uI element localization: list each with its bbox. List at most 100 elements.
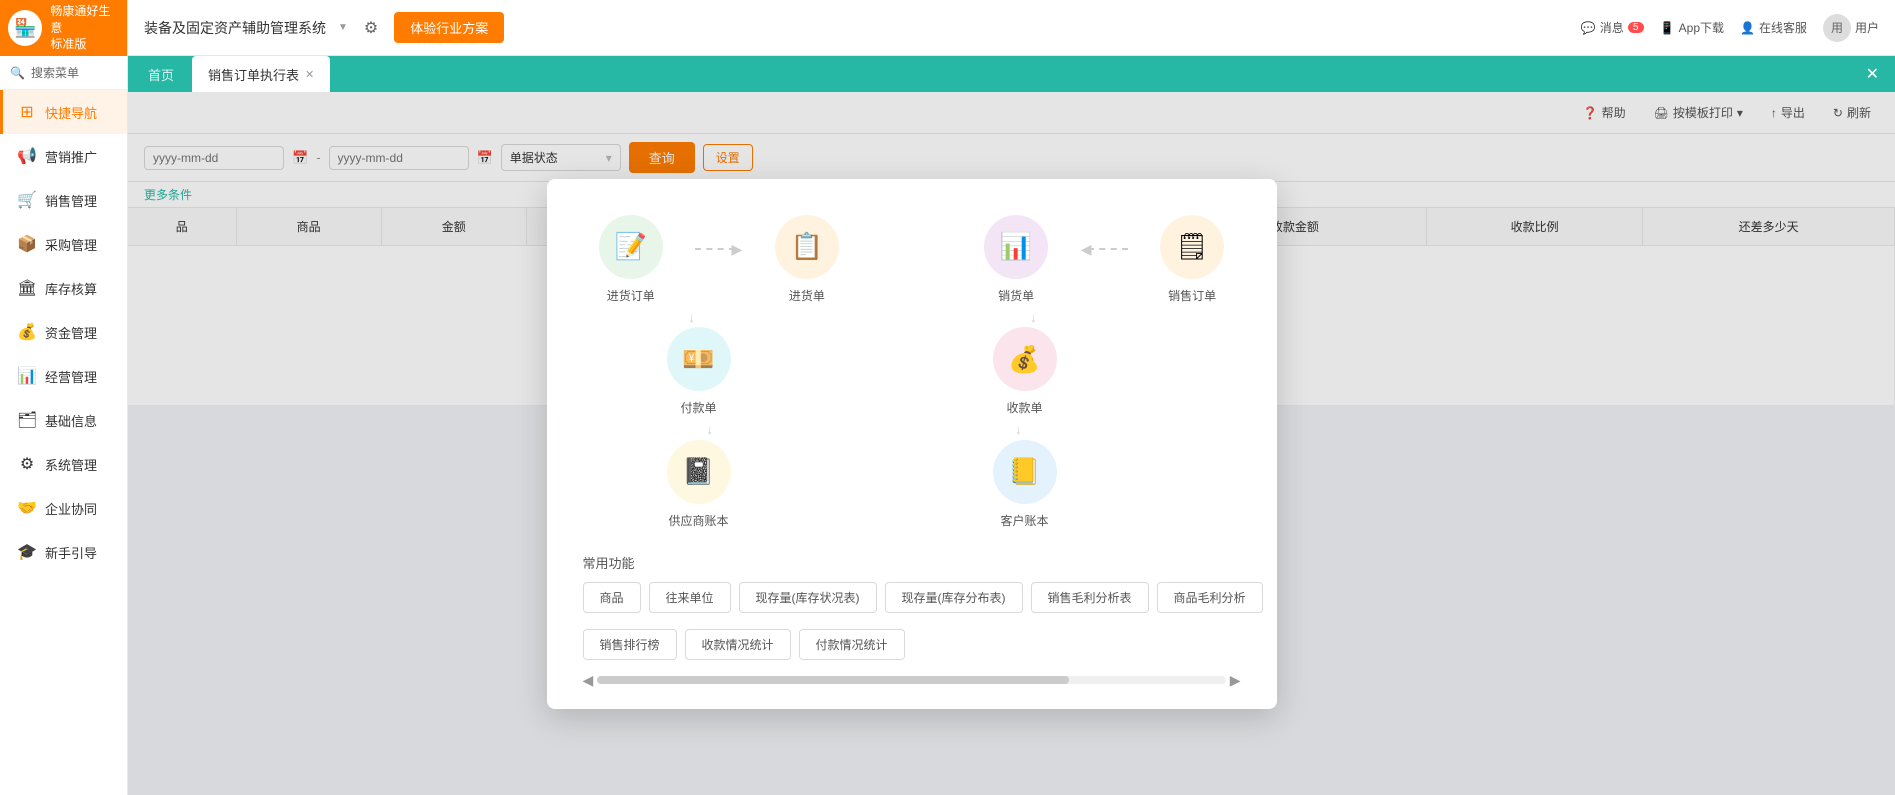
modal-scrollbar: ◀ ▶ xyxy=(583,672,1241,689)
flow-item-receipt[interactable]: 💰 收款单 xyxy=(993,327,1057,416)
sidebar-icon-inventory: 🏛 xyxy=(17,278,37,298)
sidebar-item-sales[interactable]: 🛒 销售管理 xyxy=(0,178,127,222)
header: 装备及固定资产辅助管理系统 ▼ ⚙ 体验行业方案 💬 消息 5 📱 App下载 … xyxy=(128,0,1895,56)
func-btn-6[interactable]: 销售排行榜 xyxy=(583,629,677,660)
scrollbar-thumb xyxy=(597,676,1068,684)
func-btn-1[interactable]: 往来单位 xyxy=(649,582,731,613)
func-btn-3[interactable]: 现存量(库存分布表) xyxy=(885,582,1023,613)
sidebar-icon-newbie: 🎓 xyxy=(17,542,37,562)
logo-icon: 🏪 xyxy=(8,10,42,46)
func-btn-8[interactable]: 付款情况统计 xyxy=(799,629,905,660)
func-buttons: 商品往来单位现存量(库存状况表)现存量(库存分布表)销售毛利分析表商品毛利分析销… xyxy=(583,582,1241,660)
search-menu[interactable]: 🔍 搜索菜单 xyxy=(0,56,127,90)
tab-sales-order-exec[interactable]: 销售订单执行表 ✕ xyxy=(192,56,330,92)
service-icon: 👤 xyxy=(1740,21,1755,35)
func-btn-4[interactable]: 销售毛利分析表 xyxy=(1031,582,1149,613)
sidebar-label-marketing: 营销推广 xyxy=(45,147,97,166)
sidebar-label-quick-nav: 快捷导航 xyxy=(45,103,97,122)
sidebar-icon-sales: 🛒 xyxy=(17,190,37,210)
sidebar-label-purchase: 采购管理 xyxy=(45,235,97,254)
flow-item-sales-order[interactable]: 🗒 销售订单 xyxy=(1160,215,1224,304)
sidebar-item-system[interactable]: ⚙ 系统管理 xyxy=(0,442,127,486)
sidebar-icon-finance: 💰 xyxy=(17,322,37,342)
common-functions-title: 常用功能 xyxy=(583,553,1241,572)
func-btn-2[interactable]: 现存量(库存状况表) xyxy=(739,582,877,613)
sidebar-icon-system: ⚙ xyxy=(17,454,37,474)
message-button[interactable]: 💬 消息 5 xyxy=(1581,19,1644,36)
trial-button[interactable]: 体验行业方案 xyxy=(394,12,504,43)
customer-ledger-label: 客户账本 xyxy=(1000,512,1048,529)
app-download-button[interactable]: 📱 App下载 xyxy=(1660,19,1724,36)
search-icon: 🔍 xyxy=(10,66,25,80)
sidebar-label-basic: 基础信息 xyxy=(45,411,97,430)
tab-home[interactable]: 首页 xyxy=(132,56,190,92)
purchase-order-icon: 📝 xyxy=(599,215,663,279)
sidebar-item-newbie[interactable]: 🎓 新手引导 xyxy=(0,530,127,574)
sidebar-label-enterprise: 企业协同 xyxy=(45,499,97,518)
close-all-tabs[interactable]: ✕ xyxy=(1866,64,1879,84)
quick-nav-modal: 📝 进货订单 ▶ 📋 进货单 📊 销货单 ◀ xyxy=(547,179,1277,709)
func-btn-7[interactable]: 收款情况统计 xyxy=(685,629,791,660)
arrow-po-pb: ▶ xyxy=(695,241,742,258)
supplier-ledger-icon: 📓 xyxy=(667,440,731,504)
tab-label-home: 首页 xyxy=(148,65,174,84)
scroll-right-arrow[interactable]: ▶ xyxy=(1230,672,1241,689)
sidebar-item-quick-nav[interactable]: ⊞ 快捷导航 xyxy=(0,90,127,134)
sales-bill-label: 销货单 xyxy=(998,287,1034,304)
sales-bill-icon: 📊 xyxy=(984,215,1048,279)
sidebar-icon-marketing: 📢 xyxy=(17,146,37,166)
scrollbar-track[interactable] xyxy=(597,676,1225,684)
flow-item-purchase-bill[interactable]: 📋 进货单 xyxy=(775,215,839,304)
sidebar-item-inventory[interactable]: 🏛 库存核算 xyxy=(0,266,127,310)
sidebar-item-purchase[interactable]: 📦 采购管理 xyxy=(0,222,127,266)
sidebar-icon-purchase: 📦 xyxy=(17,234,37,254)
download-icon: 📱 xyxy=(1660,21,1675,35)
purchase-bill-icon: 📋 xyxy=(775,215,839,279)
sidebar-item-marketing[interactable]: 📢 营销推广 xyxy=(0,134,127,178)
sidebar-label-operations: 经营管理 xyxy=(45,367,97,386)
online-service-button[interactable]: 👤 在线客服 xyxy=(1740,19,1807,36)
sidebar-label-inventory: 库存核算 xyxy=(45,279,97,298)
flow-item-customer-ledger[interactable]: 📒 客户账本 xyxy=(993,440,1057,529)
sidebar-icon-enterprise: 🤝 xyxy=(17,498,37,518)
purchase-bill-label: 进货单 xyxy=(789,287,825,304)
sales-order-icon: 🗒 xyxy=(1160,215,1224,279)
sidebar-item-enterprise[interactable]: 🤝 企业协同 xyxy=(0,486,127,530)
sidebar: 🏪 畅康通好生意 标准版 🔍 搜索菜单 ⊞ 快捷导航 📢 营销推广 🛒 销售管理 📦 采购管理… xyxy=(0,0,128,795)
dropdown-arrow[interactable]: ▼ xyxy=(338,22,348,33)
message-icon: 💬 xyxy=(1581,21,1596,35)
settings-icon[interactable]: ⚙ xyxy=(360,14,382,42)
system-name: 装备及固定资产辅助管理系统 xyxy=(144,18,326,38)
payment-icon: 💴 xyxy=(667,327,731,391)
flow-item-purchase-order[interactable]: 📝 进货订单 xyxy=(599,215,663,304)
sidebar-item-basic[interactable]: 🗂基础信息 xyxy=(0,398,127,442)
sidebar-item-operations[interactable]: 📊 经营管理 xyxy=(0,354,127,398)
flow-item-supplier-ledger[interactable]: 📓 供应商账本 xyxy=(667,440,731,529)
flow-item-payment[interactable]: 💴 付款单 xyxy=(667,327,731,416)
tab-label-sales-order-exec: 销售订单执行表 xyxy=(208,65,299,84)
flow-item-sales-bill[interactable]: 📊 销货单 xyxy=(984,215,1048,304)
func-btn-5[interactable]: 商品毛利分析 xyxy=(1157,582,1263,613)
sidebar-label-newbie: 新手引导 xyxy=(45,543,97,562)
sidebar-label-system: 系统管理 xyxy=(45,455,97,474)
sidebar-nav: ⊞ 快捷导航 📢 营销推广 🛒 销售管理 📦 采购管理 🏛 库存核算 💰资金管理 📊 经营管理 🗂基础信息… xyxy=(0,90,127,795)
sidebar-icon-operations: 📊 xyxy=(17,366,37,386)
logo-text: 畅康通好生意 标准版 xyxy=(50,3,119,53)
sidebar-label-sales: 销售管理 xyxy=(45,191,97,210)
func-btn-0[interactable]: 商品 xyxy=(583,582,641,613)
user-profile[interactable]: 用 用户 xyxy=(1823,14,1879,42)
tabbar: 首页 销售订单执行表 ✕ ✕ xyxy=(128,56,1895,92)
modal-overlay: 📝 进货订单 ▶ 📋 进货单 📊 销货单 ◀ xyxy=(128,92,1895,795)
app-logo: 🏪 畅康通好生意 标准版 xyxy=(0,0,127,56)
sidebar-icon-quick-nav: ⊞ xyxy=(17,102,37,122)
scroll-left-arrow[interactable]: ◀ xyxy=(583,672,594,689)
customer-ledger-icon: 📒 xyxy=(993,440,1057,504)
message-badge: 5 xyxy=(1628,22,1644,33)
header-right: 💬 消息 5 📱 App下载 👤 在线客服 用 用户 xyxy=(1581,14,1879,42)
common-functions-section: 常用功能 商品往来单位现存量(库存状况表)现存量(库存分布表)销售毛利分析表商品… xyxy=(583,553,1241,660)
tab-close-sales-order-exec[interactable]: ✕ xyxy=(305,68,314,81)
supplier-ledger-label: 供应商账本 xyxy=(668,512,728,529)
sidebar-item-finance[interactable]: 💰资金管理 xyxy=(0,310,127,354)
avatar: 用 xyxy=(1823,14,1851,42)
sales-order-label: 销售订单 xyxy=(1168,287,1216,304)
